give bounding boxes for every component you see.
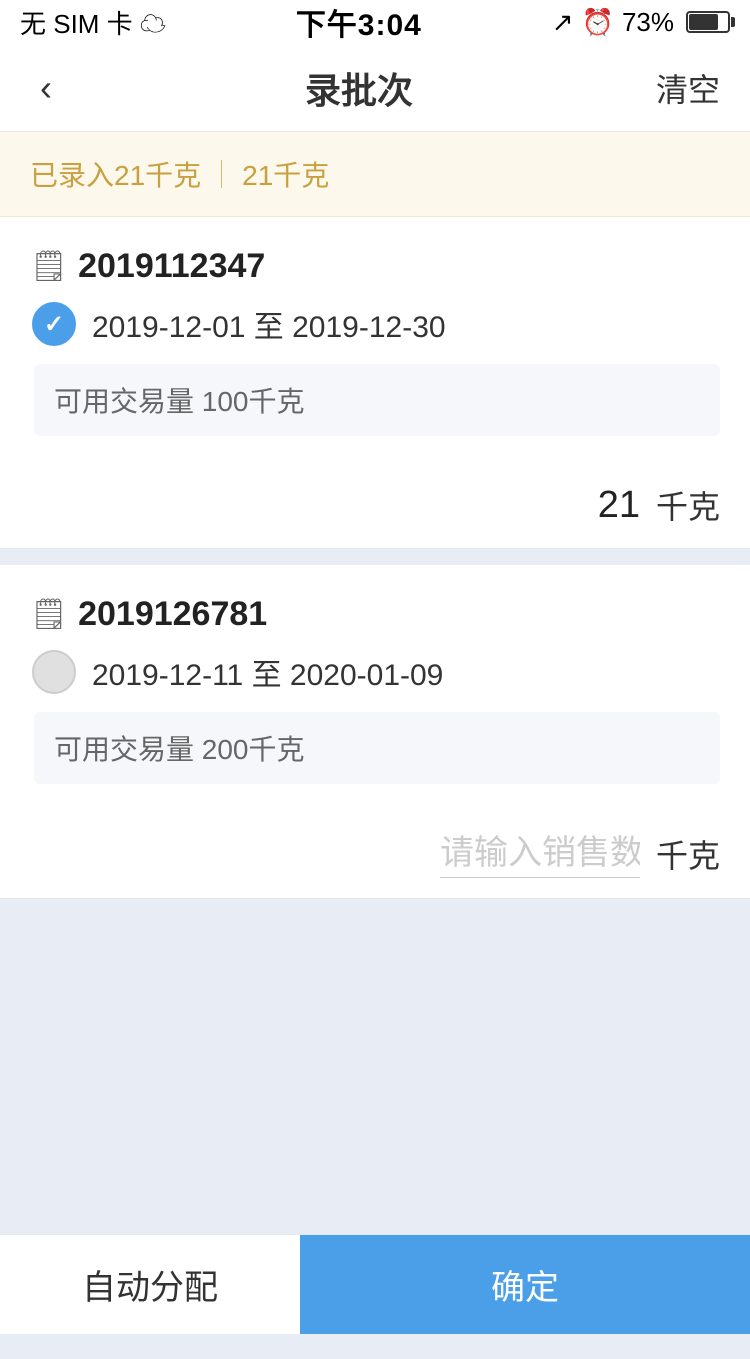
batch-item-1: 🗒 2019112347 ✓ 2019-12-01 至 2019-12-30 可…	[0, 217, 750, 466]
radio-unselected-2[interactable]	[32, 650, 76, 694]
available-qty-box-2: 可用交易量 200千克	[34, 712, 720, 784]
unit-label-1: 千克	[656, 482, 720, 528]
batch-list: 🗒 2019112347 ✓ 2019-12-01 至 2019-12-30 可…	[0, 217, 750, 549]
status-time: 下午3:04	[296, 0, 422, 44]
section-separator	[0, 549, 750, 565]
check-icon-1: ✓	[44, 310, 64, 339]
unit-label-2: 千克	[656, 831, 720, 877]
batch-date-1: 2019-12-01 至 2019-12-30	[92, 302, 446, 346]
batch-id-row-2: 🗒 2019126781	[30, 595, 720, 634]
radio-selected-1[interactable]: ✓	[32, 302, 76, 346]
quantity-row-1: 21 千克	[0, 466, 750, 549]
batch-date-row-1[interactable]: ✓ 2019-12-01 至 2019-12-30	[30, 302, 720, 346]
batch-id-2: 2019126781	[78, 595, 267, 634]
quantity-value-1: 21	[598, 484, 640, 527]
available-qty-1: 可用交易量 100千克	[54, 386, 305, 417]
available-qty-box-1: 可用交易量 100千克	[34, 364, 720, 436]
battery-icon	[686, 11, 730, 33]
batch-item-2: 🗒 2019126781 2019-12-11 至 2020-01-09 可用交…	[0, 565, 750, 814]
auto-distribute-button[interactable]: 自动分配	[0, 1235, 300, 1334]
recorded-label: 已录入21千克	[30, 154, 201, 194]
clear-button[interactable]: 清空	[656, 65, 720, 111]
status-bar: 无 SIM 卡 ☁ 下午3:04 ↗ ⏰ 73%	[0, 0, 750, 44]
alarm-icon: ⏰	[582, 7, 614, 38]
confirm-button[interactable]: 确定	[300, 1235, 750, 1334]
battery-percent: 73%	[622, 7, 674, 38]
nav-bar: ‹ 录批次 清空	[0, 44, 750, 132]
batch-id-1: 2019112347	[78, 247, 265, 286]
back-button[interactable]: ‹	[30, 57, 62, 119]
batch-date-row-2[interactable]: 2019-12-11 至 2020-01-09	[30, 650, 720, 694]
batch-date-2: 2019-12-11 至 2020-01-09	[92, 650, 443, 694]
signal-text: 无 SIM 卡 ☁	[20, 4, 166, 41]
document-icon-2: 🗒	[30, 597, 68, 632]
batch-section-2: 🗒 2019126781 2019-12-11 至 2020-01-09 可用交…	[0, 565, 750, 899]
document-icon-1: 🗒	[30, 249, 68, 284]
status-right: ↗ ⏰ 73%	[552, 7, 730, 38]
banner-divider	[221, 160, 222, 188]
batch-id-row-1: 🗒 2019112347	[30, 247, 720, 286]
page-title: 录批次	[305, 62, 413, 114]
recorded-value: 21千克	[242, 154, 329, 194]
quantity-input-2[interactable]	[440, 830, 640, 878]
bottom-bar: 自动分配 确定	[0, 1234, 750, 1334]
location-icon: ↗	[552, 7, 574, 38]
info-banner: 已录入21千克 21千克	[0, 132, 750, 217]
available-qty-2: 可用交易量 200千克	[54, 734, 305, 765]
quantity-row-2: 千克	[0, 814, 750, 899]
status-left: 无 SIM 卡 ☁	[20, 4, 166, 41]
